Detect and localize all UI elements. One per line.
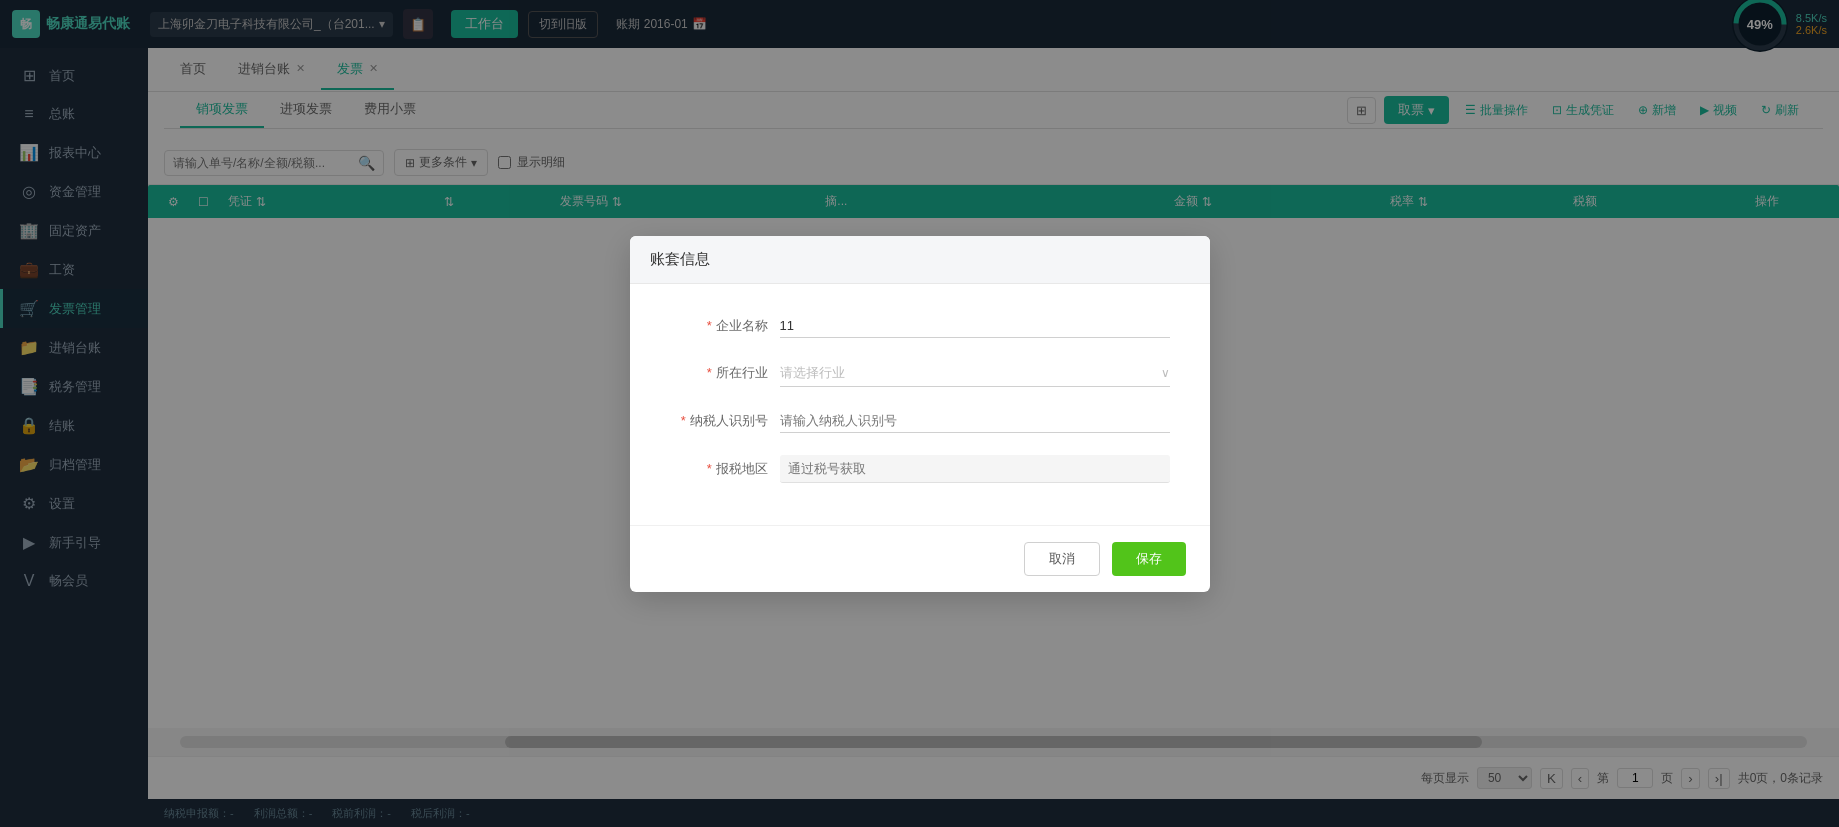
label-tax-region: * 报税地区: [670, 460, 780, 478]
dialog-title: 账套信息: [650, 250, 710, 267]
dialog-header: 账套信息: [630, 236, 1210, 284]
required-star: *: [707, 318, 712, 333]
dialog-overlay: 账套信息 * 企业名称 * 所在行业 请选择行业 ∨: [0, 0, 1839, 827]
dialog-footer: 取消 保存: [630, 525, 1210, 592]
form-row-tax-region: * 报税地区: [670, 455, 1170, 483]
required-star: *: [681, 413, 686, 428]
enterprise-name-input[interactable]: [780, 314, 1170, 338]
required-star: *: [707, 365, 712, 380]
account-info-dialog: 账套信息 * 企业名称 * 所在行业 请选择行业 ∨: [630, 236, 1210, 592]
label-industry: * 所在行业: [670, 364, 780, 382]
tax-region-input: [780, 455, 1170, 483]
label-tax-id: * 纳税人识别号: [670, 412, 780, 430]
form-row-enterprise-name: * 企业名称: [670, 314, 1170, 338]
required-star: *: [707, 461, 712, 476]
label-enterprise-name: * 企业名称: [670, 317, 780, 335]
dialog-body: * 企业名称 * 所在行业 请选择行业 ∨ *: [630, 284, 1210, 525]
industry-select[interactable]: 请选择行业 ∨: [780, 360, 1170, 387]
industry-placeholder: 请选择行业: [780, 364, 845, 382]
save-button[interactable]: 保存: [1112, 542, 1186, 576]
form-row-industry: * 所在行业 请选择行业 ∨: [670, 360, 1170, 387]
tax-id-input[interactable]: [780, 409, 1170, 433]
form-row-tax-id: * 纳税人识别号: [670, 409, 1170, 433]
chevron-down-icon: ∨: [1161, 366, 1170, 380]
cancel-button[interactable]: 取消: [1024, 542, 1100, 576]
